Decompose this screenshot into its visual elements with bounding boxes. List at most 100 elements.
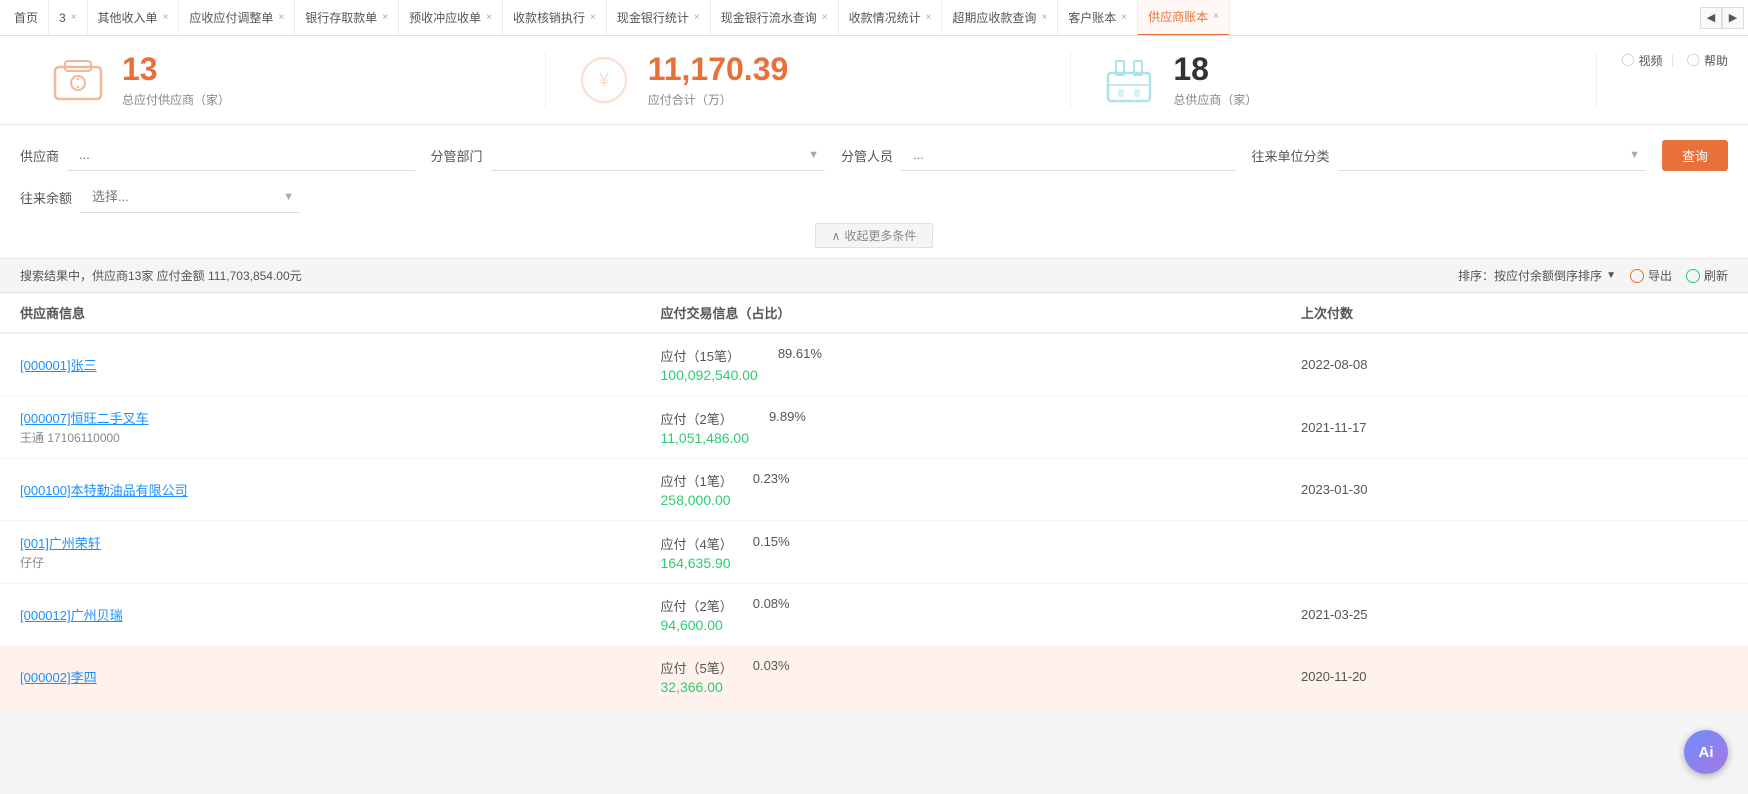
nav-tab-overdue-ar[interactable]: 超期应收款查询 ×	[942, 0, 1058, 36]
payable-amount-4: 94,600.00	[661, 617, 733, 633]
balance-input[interactable]	[86, 185, 283, 208]
results-summary: 搜索结果中，供应商13家 应付金额 111,703,854.00元	[20, 267, 302, 284]
category-dropdown-icon[interactable]: ▼	[1629, 149, 1640, 161]
balance-input-wrapper: ▼	[80, 181, 300, 213]
last-payment-0: 2022-08-08	[1301, 357, 1728, 372]
nav-tab-cash-bank-stat[interactable]: 现金银行统计 ×	[607, 0, 711, 36]
svg-text:¥: ¥	[598, 70, 610, 90]
top-navigation: 首页 3 × 其他收入单 × 应收应付调整单 × 银行存取款单 × 预收冲应收单…	[0, 0, 1748, 36]
nav-tab-3[interactable]: 3 ×	[49, 0, 88, 36]
supplier-info-2: [000100]本特勤油品有限公司	[20, 480, 661, 499]
refresh-icon	[1686, 269, 1700, 283]
nav-tab-supplier-ledger[interactable]: 供应商账本 ×	[1138, 0, 1230, 36]
total-payable-number: 11,170.39	[648, 52, 789, 87]
close-icon[interactable]: ×	[926, 12, 932, 23]
nav-prev-button[interactable]: ◀	[1700, 7, 1722, 29]
filter-row-2: 往来余额 ▼	[20, 181, 1728, 213]
payable-info-3: 应付（4笔） 164,635.90	[661, 534, 733, 571]
dept-input[interactable]	[497, 143, 809, 166]
supplier-link-3[interactable]: [001]广州荣轩	[20, 533, 661, 552]
supplier-link-1[interactable]: [000007]恒旺二手叉车	[20, 408, 661, 427]
payable-amount-2: 258,000.00	[661, 492, 733, 508]
nav-tab-customer-ledger[interactable]: 客户账本 ×	[1058, 0, 1138, 36]
nav-tab-advance-offset[interactable]: 预收冲应收单 ×	[399, 0, 503, 36]
payable-label-5: 应付（5笔）	[661, 658, 733, 677]
category-input[interactable]	[1344, 143, 1630, 166]
export-button[interactable]: 导出	[1630, 267, 1672, 284]
balance-dropdown-icon[interactable]: ▼	[283, 191, 294, 203]
close-icon[interactable]: ×	[694, 12, 700, 23]
help-link[interactable]: 帮助	[1704, 52, 1728, 69]
supplier-link-0[interactable]: [000001]张三	[20, 355, 661, 374]
close-icon[interactable]: ×	[1121, 12, 1127, 23]
summary-text-payable-suppliers: 13 总应付供应商（家）	[122, 52, 230, 108]
total-suppliers-icon	[1101, 52, 1157, 108]
summary-card-total-payable: ¥ 11,170.39 应付合计（万）	[546, 52, 1072, 108]
nav-tab-ar-ap-adjust[interactable]: 应收应付调整单 ×	[179, 0, 295, 36]
supplier-info-5: [000002]李四	[20, 667, 661, 686]
nav-tab-bank-deposit[interactable]: 银行存取款单 ×	[295, 0, 399, 36]
payable-label-3: 应付（4笔）	[661, 534, 733, 553]
category-label: 往来单位分类	[1252, 146, 1330, 165]
payable-cell-3: 应付（4笔） 164,635.90 0.15%	[661, 534, 1302, 571]
close-icon[interactable]: ×	[822, 12, 828, 23]
supplier-info-4: [000012]广州贝瑞	[20, 605, 661, 624]
payable-info-4: 应付（2笔） 94,600.00	[661, 596, 733, 633]
payable-pct-2: 0.23%	[753, 471, 790, 486]
nav-arrow-group: ◀ ▶	[1700, 7, 1744, 29]
supplier-info-3: [001]广州荣轩 仔仔	[20, 533, 661, 571]
person-input-wrapper	[901, 139, 1235, 171]
payable-suppliers-number: 13	[122, 52, 230, 87]
nav-next-button[interactable]: ▶	[1722, 7, 1744, 29]
collapse-button[interactable]: ∧ 收起更多条件	[815, 223, 934, 248]
supplier-link-2[interactable]: [000100]本特勤油品有限公司	[20, 480, 661, 499]
nav-tab-other-income[interactable]: 其他收入单 ×	[88, 0, 180, 36]
payable-suppliers-icon	[50, 52, 106, 108]
sort-dropdown[interactable]: 排序：按应付余额倒序排序 ▼	[1458, 267, 1616, 284]
close-icon[interactable]: ×	[486, 12, 492, 23]
summary-bar: 13 总应付供应商（家） ¥ 11,170.39 应付合计（万）	[0, 36, 1748, 125]
ai-badge[interactable]: Ai	[1684, 730, 1728, 774]
table-row: [000002]李四 应付（5笔） 32,366.00 0.03% 2020-1…	[0, 646, 1748, 708]
close-icon[interactable]: ×	[1213, 11, 1219, 22]
table-row: [000100]本特勤油品有限公司 应付（1笔） 258,000.00 0.23…	[0, 459, 1748, 521]
payable-amount-1: 11,051,486.00	[661, 430, 750, 446]
close-icon[interactable]: ×	[278, 12, 284, 23]
balance-label: 往来余额	[20, 188, 72, 207]
close-icon[interactable]: ×	[382, 12, 388, 23]
close-icon[interactable]: ×	[71, 12, 77, 23]
nav-tab-home[interactable]: 首页	[4, 0, 49, 36]
query-button[interactable]: 查询	[1662, 140, 1728, 171]
nav-tab-cash-flow-query[interactable]: 现金银行流水查询 ×	[711, 0, 839, 36]
filter-dept: 分管部门 ▼	[431, 139, 826, 171]
supplier-sub-1: 王通 17106110000	[20, 429, 661, 446]
payable-cell-0: 应付（15笔） 100,092,540.00 89.61%	[661, 346, 1302, 383]
close-icon[interactable]: ×	[163, 12, 169, 23]
supplier-link-4[interactable]: [000012]广州贝瑞	[20, 605, 661, 624]
close-icon[interactable]: ×	[590, 12, 596, 23]
nav-tab-collection-exec[interactable]: 收款核销执行 ×	[503, 0, 607, 36]
payable-info-2: 应付（1笔） 258,000.00	[661, 471, 733, 508]
payable-label-1: 应付（2笔）	[661, 409, 750, 428]
summary-text-total-payable: 11,170.39 应付合计（万）	[648, 52, 789, 108]
dept-dropdown-icon[interactable]: ▼	[808, 149, 819, 161]
summary-card-total-suppliers: 18 总供应商（家）	[1071, 52, 1597, 108]
circle-play-icon: ◯	[1621, 52, 1634, 66]
payable-pct-1: 9.89%	[769, 409, 806, 424]
filter-supplier: 供应商	[20, 139, 415, 171]
payable-cell-1: 应付（2笔） 11,051,486.00 9.89%	[661, 409, 1302, 446]
close-icon[interactable]: ×	[1041, 12, 1047, 23]
supplier-link-5[interactable]: [000002]李四	[20, 667, 661, 686]
total-suppliers-label: 总供应商（家）	[1173, 91, 1257, 108]
payable-cell-4: 应付（2笔） 94,600.00 0.08%	[661, 596, 1302, 633]
nav-tab-collection-stat[interactable]: 收款情况统计 ×	[839, 0, 943, 36]
dept-label: 分管部门	[431, 146, 483, 165]
payable-info-1: 应付（2笔） 11,051,486.00	[661, 409, 750, 446]
person-input[interactable]	[907, 143, 1229, 166]
supplier-input[interactable]	[73, 143, 408, 166]
video-link[interactable]: 视频	[1639, 52, 1663, 69]
payable-amount-5: 32,366.00	[661, 679, 733, 695]
payable-amount-3: 164,635.90	[661, 555, 733, 571]
refresh-button[interactable]: 刷新	[1686, 267, 1728, 284]
results-right: 排序：按应付余额倒序排序 ▼ 导出 刷新	[1458, 267, 1728, 284]
